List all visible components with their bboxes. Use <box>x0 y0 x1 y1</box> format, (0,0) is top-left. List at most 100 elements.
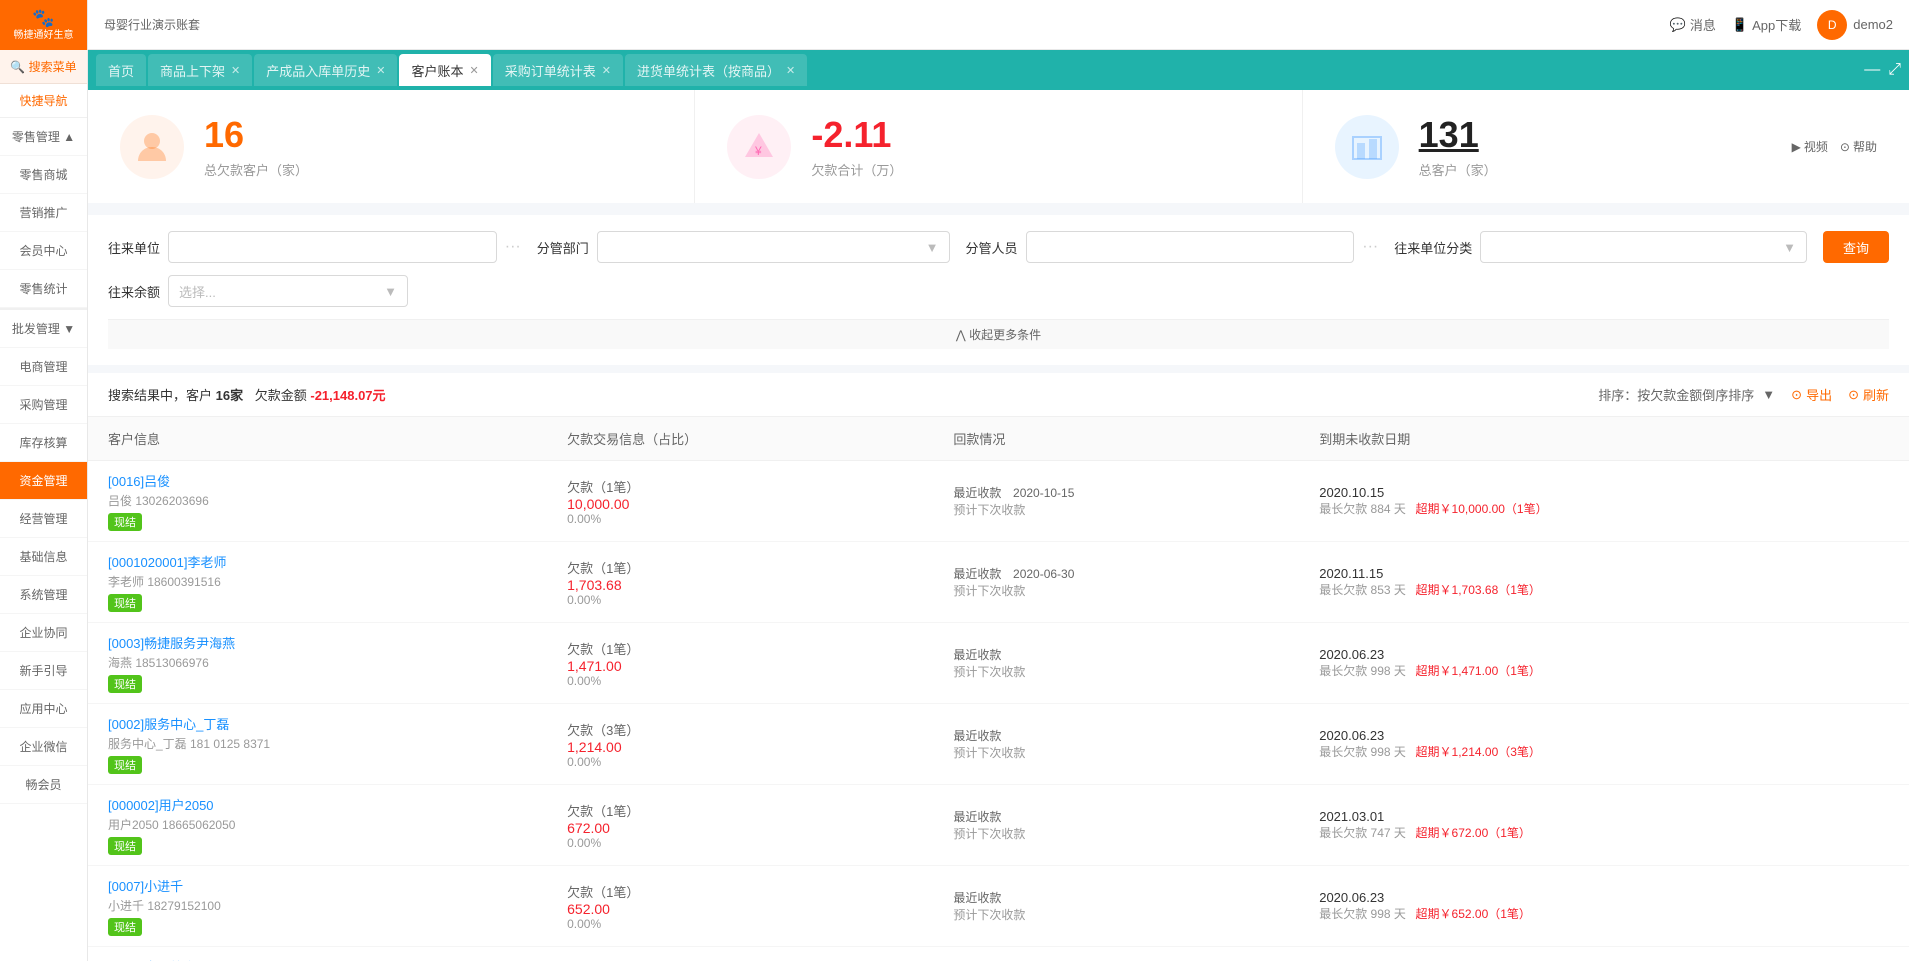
overdue-days: 最长欠款 884 天 <box>1319 502 1406 516</box>
customer-name-link[interactable]: [0003]畅捷服务尹海燕 <box>108 636 235 651</box>
sidebar-nav: 零售管理 ▲ 零售商城 营销推广 会员中心 零售统计 批发管理 ▼ 电商管理 采… <box>0 118 87 961</box>
refresh-icon: ⊙ <box>1848 387 1859 403</box>
sidebar-item-purchase[interactable]: 采购管理 <box>0 386 87 424</box>
unit-category-select[interactable]: ▼ <box>1480 231 1807 263</box>
cell-customer-4: [000002]用户2050 用户2050 18665062050 现结 <box>88 785 547 866</box>
sidebar-item-ops[interactable]: 经营管理 <box>0 500 87 538</box>
dept-select[interactable]: ▼ <box>597 231 950 263</box>
tab-expand-icon[interactable]: ⤢ <box>1888 61 1901 79</box>
cell-debt-1: 欠款（1笔） 1,703.68 0.00% <box>547 542 933 623</box>
filter-dept: 分管部门 ▼ <box>537 231 950 263</box>
sidebar-item-member[interactable]: 会员中心 <box>0 232 87 270</box>
app-download-btn[interactable]: 📱 App下载 <box>1732 15 1801 34</box>
refresh-btn[interactable]: ⊙ 刷新 <box>1848 385 1889 404</box>
quick-nav[interactable]: 快捷导航 <box>0 84 87 118</box>
tab-customer-account[interactable]: 客户账本 ✕ <box>399 54 490 86</box>
customer-contact: 吕俊 13026203696 <box>108 492 527 509</box>
balance-select[interactable]: 选择... ▼ <box>168 275 408 307</box>
sidebar-item-vip[interactable]: 畅会员 <box>0 766 87 804</box>
sidebar-item-finance[interactable]: 资金管理 <box>0 462 87 500</box>
debt-amount: 672.00 <box>567 820 913 836</box>
cash-tag: 现结 <box>108 675 142 693</box>
stat-label-customers: 总欠款客户（家） <box>204 160 308 179</box>
tab-close-produce-history[interactable]: ✕ <box>376 64 385 77</box>
tab-close-purchase-stats[interactable]: ✕ <box>786 64 795 77</box>
tab-close-product-off[interactable]: ✕ <box>231 64 240 77</box>
overdue-days: 最长欠款 998 天 <box>1319 907 1406 921</box>
cell-overdue-0: 2020.10.15 最长欠款 884 天 超期￥10,000.00（1笔） <box>1299 461 1909 542</box>
customer-name-link[interactable]: [000002]用户2050 <box>108 798 214 813</box>
tab-close-purchase-order[interactable]: ✕ <box>602 64 611 77</box>
search-menu[interactable]: 🔍 搜索菜单 <box>0 50 87 84</box>
sidebar-item-retail-stats[interactable]: 零售统计 <box>0 270 87 308</box>
collapse-filters-btn[interactable]: ⋀ 收起更多条件 <box>108 319 1889 349</box>
sidebar-item-retail-mall[interactable]: 零售商城 <box>0 156 87 194</box>
table-head: 客户信息 欠款交易信息（占比） 回款情况 到期未收款日期 <box>88 417 1909 461</box>
debt-amount: 10,000.00 <box>567 496 913 512</box>
overdue-link[interactable]: 超期￥1,471.00（1笔） <box>1416 664 1541 678</box>
debt-count: 欠款（1笔） <box>567 639 913 658</box>
sidebar-item-retail-mgmt[interactable]: 零售管理 ▲ <box>0 118 87 156</box>
tab-produce-history[interactable]: 产成品入库单历史 ✕ <box>254 54 397 86</box>
stat-value-total: 131 <box>1419 114 1497 156</box>
help-btn[interactable]: ⊙ 帮助 <box>1840 138 1877 155</box>
tab-home[interactable]: 首页 <box>96 54 146 86</box>
user-menu[interactable]: D demo2 <box>1817 10 1893 40</box>
cell-overdue-4: 2021.03.01 最长欠款 747 天 超期￥672.00（1笔） <box>1299 785 1909 866</box>
video-btn[interactable]: ▶ 视频 <box>1792 138 1828 155</box>
tab-purchase-stats[interactable]: 进货单统计表（按商品） ✕ <box>625 54 807 86</box>
overdue-days: 最长欠款 747 天 <box>1319 826 1406 840</box>
overdue-link[interactable]: 超期￥10,000.00（1笔） <box>1416 502 1548 516</box>
cell-debt-2: 欠款（1笔） 1,471.00 0.00% <box>547 623 933 704</box>
results-area: 搜索结果中，客户 16家 欠款金额 -21,148.07元 排序：按欠款金额倒序… <box>88 373 1909 961</box>
tab-purchase-order[interactable]: 采购订单统计表 ✕ <box>493 54 623 86</box>
tab-minimize-icon[interactable]: — <box>1864 61 1880 79</box>
sidebar-item-ecommerce[interactable]: 电商管理 <box>0 348 87 386</box>
overdue-link[interactable]: 超期￥1,703.68（1笔） <box>1416 583 1541 597</box>
message-btn[interactable]: 💬 消息 <box>1670 15 1716 34</box>
enterprise-label: 企业协同 <box>19 626 67 640</box>
customer-name-link[interactable]: [0001020001]李老师 <box>108 555 227 570</box>
overdue-link[interactable]: 超期￥672.00（1笔） <box>1416 826 1531 840</box>
customer-name-link[interactable]: [0016]吕俊 <box>108 474 170 489</box>
sidebar-item-system[interactable]: 系统管理 <box>0 576 87 614</box>
cell-collection-6: 最近收款 预计下次收款 <box>933 947 1299 961</box>
overdue-date: 2020.06.23 <box>1319 647 1889 662</box>
sort-arrow-icon: ▼ <box>1762 387 1775 402</box>
stat-value-debt: -2.11 <box>811 114 902 156</box>
sort-select[interactable]: 排序：按欠款金额倒序排序 ▼ <box>1598 385 1775 404</box>
sidebar-item-base-info[interactable]: 基础信息 <box>0 538 87 576</box>
col-customer-info: 客户信息 <box>88 417 547 461</box>
cell-customer-1: [0001020001]李老师 李老师 18600391516 现结 <box>88 542 547 623</box>
manager-input[interactable] <box>1026 231 1355 263</box>
sidebar-item-apps[interactable]: 应用中心 <box>0 690 87 728</box>
sidebar-item-inventory[interactable]: 库存核算 <box>0 424 87 462</box>
cell-collection-1: 最近收款 2020-06-30 预计下次收款 <box>933 542 1299 623</box>
inventory-label: 库存核算 <box>19 436 67 450</box>
sidebar-item-marketing[interactable]: 营销推广 <box>0 194 87 232</box>
content-area: 16 总欠款客户（家） ¥ -2.11 欠款合计（万） <box>88 90 1909 961</box>
overdue-days: 最长欠款 853 天 <box>1319 583 1406 597</box>
sidebar-item-batch-mgmt[interactable]: 批发管理 ▼ <box>0 308 87 348</box>
debt-count: 欠款（1笔） <box>567 801 913 820</box>
debt-amount: 1,703.68 <box>567 577 913 593</box>
overdue-link[interactable]: 超期￥1,214.00（3笔） <box>1416 745 1541 759</box>
video-icon: ▶ <box>1792 140 1801 154</box>
customer-name-link[interactable]: [0002]服务中心_丁磊 <box>108 717 229 732</box>
search-button[interactable]: 查询 <box>1823 231 1889 263</box>
cell-collection-4: 最近收款 预计下次收款 <box>933 785 1299 866</box>
sidebar-item-enterprise[interactable]: 企业协同 <box>0 614 87 652</box>
sidebar-item-wechat[interactable]: 企业微信 <box>0 728 87 766</box>
sidebar-item-guide[interactable]: 新手引导 <box>0 652 87 690</box>
filter-row-1: 往来单位 ··· 分管部门 ▼ 分管人员 ··· <box>108 231 1889 263</box>
source-unit-input[interactable] <box>168 231 497 263</box>
manager-dots[interactable]: ··· <box>1362 238 1378 256</box>
cell-overdue-6: 2021.02.26 最长欠款 750 天 超期￥455.90（1笔） <box>1299 947 1909 961</box>
source-unit-dots[interactable]: ··· <box>505 238 521 256</box>
tab-close-customer-account[interactable]: ✕ <box>470 64 479 77</box>
tab-product-off[interactable]: 商品上下架 ✕ <box>148 54 252 86</box>
sidebar: 🐾 畅捷通好生意 🔍 搜索菜单 快捷导航 零售管理 ▲ 零售商城 营销推广 会员… <box>0 0 88 961</box>
overdue-link[interactable]: 超期￥652.00（1笔） <box>1416 907 1531 921</box>
export-btn[interactable]: ⊙ 导出 <box>1791 385 1832 404</box>
customer-name-link[interactable]: [0007]小进千 <box>108 879 183 894</box>
